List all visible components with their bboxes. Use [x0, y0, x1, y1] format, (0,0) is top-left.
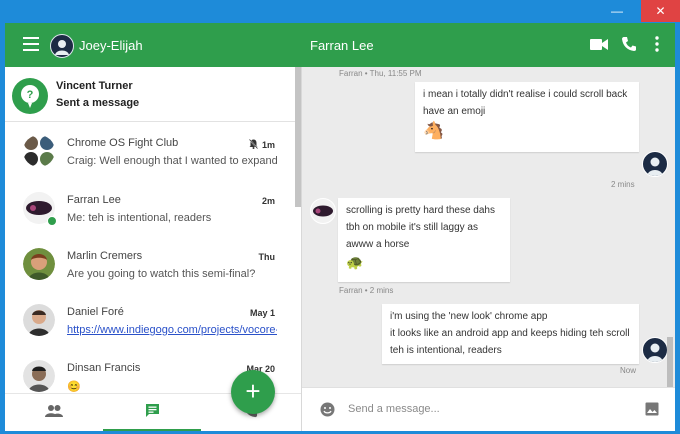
message-meta: Farran • Thu, 11:55 PM	[339, 69, 422, 78]
tab-people[interactable]	[5, 394, 103, 431]
video-call-icon[interactable]	[590, 38, 608, 56]
new-conversation-fab[interactable]: +	[231, 370, 275, 414]
group-avatar	[23, 135, 55, 167]
message-line: tbh on mobile it's still laggy as	[346, 222, 478, 233]
contact-avatar	[23, 360, 55, 392]
menu-icon[interactable]	[23, 37, 39, 51]
tab-conversations[interactable]	[103, 394, 201, 431]
window-frame: — ✕ Joey-Elijah Farran Lee ? Vincent Tur…	[0, 0, 680, 434]
conversation-sidebar: ? Vincent Turner Sent a message Chrome O…	[5, 67, 301, 431]
conversation-name: Daniel Foré	[67, 306, 124, 318]
chat-icon	[145, 403, 160, 423]
message-bubble-incoming: scrolling is pretty hard these dahs tbh …	[338, 198, 510, 282]
my-avatar	[642, 337, 668, 363]
phone-icon[interactable]	[621, 36, 637, 57]
conversation-name: Dinsan Francis	[67, 362, 141, 374]
message-list: Farran • Thu, 11:55 PM i mean i totally …	[302, 67, 675, 387]
conversation-name: Farran Lee	[67, 194, 121, 206]
hangouts-app: Joey-Elijah Farran Lee ? Vincent Turner …	[5, 23, 675, 431]
conversation-time: 2m	[261, 196, 275, 206]
user-name[interactable]: Joey-Elijah	[79, 38, 143, 53]
conversation-snippet: Are you going to watch this semi-final?	[67, 268, 256, 280]
more-vert-icon[interactable]	[655, 36, 659, 57]
close-button[interactable]: ✕	[641, 0, 680, 22]
invite-subtitle: Sent a message	[56, 97, 140, 109]
message-line: it looks like an android app and keeps h…	[390, 328, 630, 339]
app-bar: Joey-Elijah Farran Lee	[5, 23, 675, 67]
svg-text:?: ?	[27, 89, 34, 101]
contact-avatar	[23, 304, 55, 336]
conversation-item-chrome-os-fight-club[interactable]: Chrome OS Fight Club Craig: Well enough …	[5, 122, 295, 178]
message-composer: Send a message...	[302, 387, 675, 431]
message-time: 2 mins	[611, 180, 635, 189]
message-bubble-outgoing: i mean i totally didn't realise i could …	[415, 82, 639, 152]
invite-item[interactable]: ? Vincent Turner Sent a message	[5, 67, 295, 122]
minimize-button[interactable]: —	[606, 0, 628, 22]
conversation-item-daniel-fore[interactable]: Daniel Foré https://www.indiegogo.com/pr…	[5, 291, 295, 347]
message-line: teh is intentional, readers	[390, 345, 502, 356]
message-line: awww a horse	[346, 239, 410, 250]
conversation-time-label: 1m	[261, 140, 275, 150]
my-avatar	[642, 151, 668, 177]
people-icon	[45, 404, 63, 422]
active-tab-indicator	[103, 429, 201, 431]
conversation-time: Thu	[258, 252, 276, 262]
message-line: scrolling is pretty hard these dahs	[346, 205, 495, 216]
conversation-item-farran-lee[interactable]: Farran Lee Me: teh is intentional, reade…	[5, 179, 295, 235]
message-line: i'm using the 'new look' chrome app	[390, 311, 548, 322]
invite-name: Vincent Turner	[56, 80, 133, 92]
contact-avatar	[23, 248, 55, 280]
chat-scrollbar[interactable]	[667, 337, 673, 387]
conversation-name: Marlin Cremers	[67, 250, 143, 262]
message-time: Now	[620, 366, 637, 375]
message-bubble-outgoing: i'm using the 'new look' chrome app it l…	[382, 304, 639, 364]
message-line: i mean i totally didn't realise i could …	[423, 89, 628, 100]
message-meta: Farran • 2 mins	[339, 286, 394, 295]
message-input[interactable]: Send a message...	[348, 403, 440, 415]
message-line: have an emoji	[423, 106, 486, 117]
turtle-emoji: 🐢	[346, 254, 364, 270]
emoji-picker-icon[interactable]	[320, 402, 335, 422]
conversation-snippet-link[interactable]: https://www.indiegogo.com/projects/vocor…	[67, 324, 277, 336]
muted-bell-icon	[248, 139, 259, 151]
user-avatar[interactable]	[50, 34, 74, 58]
conversation-item-marlin-cremers[interactable]: Marlin Cremers Are you going to watch th…	[5, 235, 295, 291]
online-indicator	[47, 216, 57, 226]
attach-image-icon[interactable]	[645, 402, 659, 421]
farran-avatar	[310, 198, 336, 224]
horse-emoji: 🐴	[423, 121, 445, 140]
conversation-snippet: Craig: Well enough that I wanted to expa…	[67, 155, 277, 167]
invite-icon: ?	[12, 78, 48, 114]
conversation-time: 1m	[248, 139, 275, 151]
contact-avatar	[23, 192, 57, 226]
conversation-snippet: Me: teh is intentional, readers	[67, 212, 212, 224]
conversation-time: May 1	[249, 308, 275, 318]
conversation-name: Chrome OS Fight Club	[67, 137, 179, 149]
conversation-title: Farran Lee	[310, 38, 374, 53]
